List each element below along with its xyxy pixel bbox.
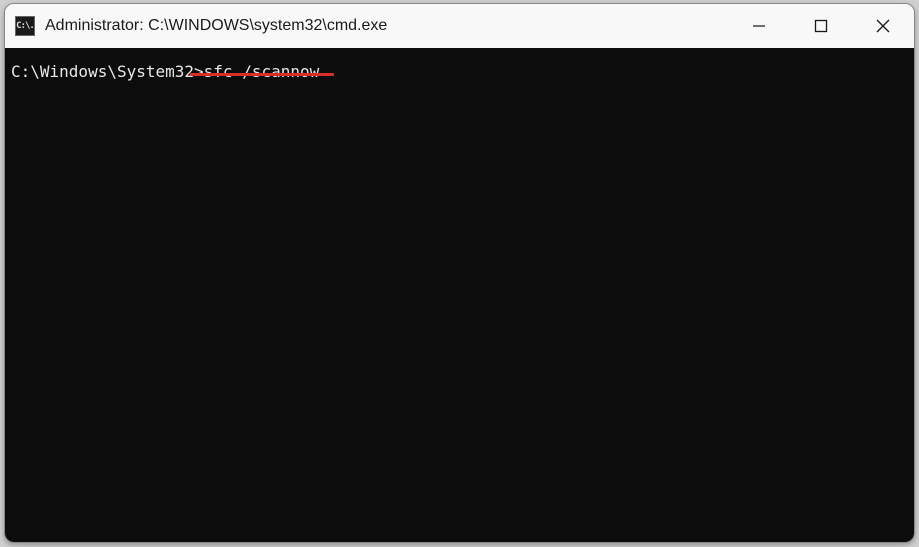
cmd-icon-label: C:\. — [16, 21, 34, 31]
prompt-text: C:\Windows\System32> — [11, 62, 204, 81]
window-controls — [728, 4, 914, 48]
terminal-output[interactable]: C:\Windows\System32>sfc /scannow — [5, 48, 914, 542]
window-title: Administrator: C:\WINDOWS\system32\cmd.e… — [45, 17, 728, 35]
cmd-window: C:\. Administrator: C:\WINDOWS\system32\… — [4, 3, 915, 543]
close-icon — [876, 19, 890, 33]
command-underline-annotation — [190, 73, 334, 76]
command-text: sfc /scannow — [204, 62, 320, 81]
maximize-button[interactable] — [790, 4, 852, 48]
minimize-button[interactable] — [728, 4, 790, 48]
minimize-icon — [752, 19, 766, 33]
maximize-icon — [814, 19, 828, 33]
close-button[interactable] — [852, 4, 914, 48]
titlebar[interactable]: C:\. Administrator: C:\WINDOWS\system32\… — [5, 4, 914, 48]
prompt-line: C:\Windows\System32>sfc /scannow — [11, 62, 908, 83]
cmd-icon: C:\. — [15, 16, 35, 36]
